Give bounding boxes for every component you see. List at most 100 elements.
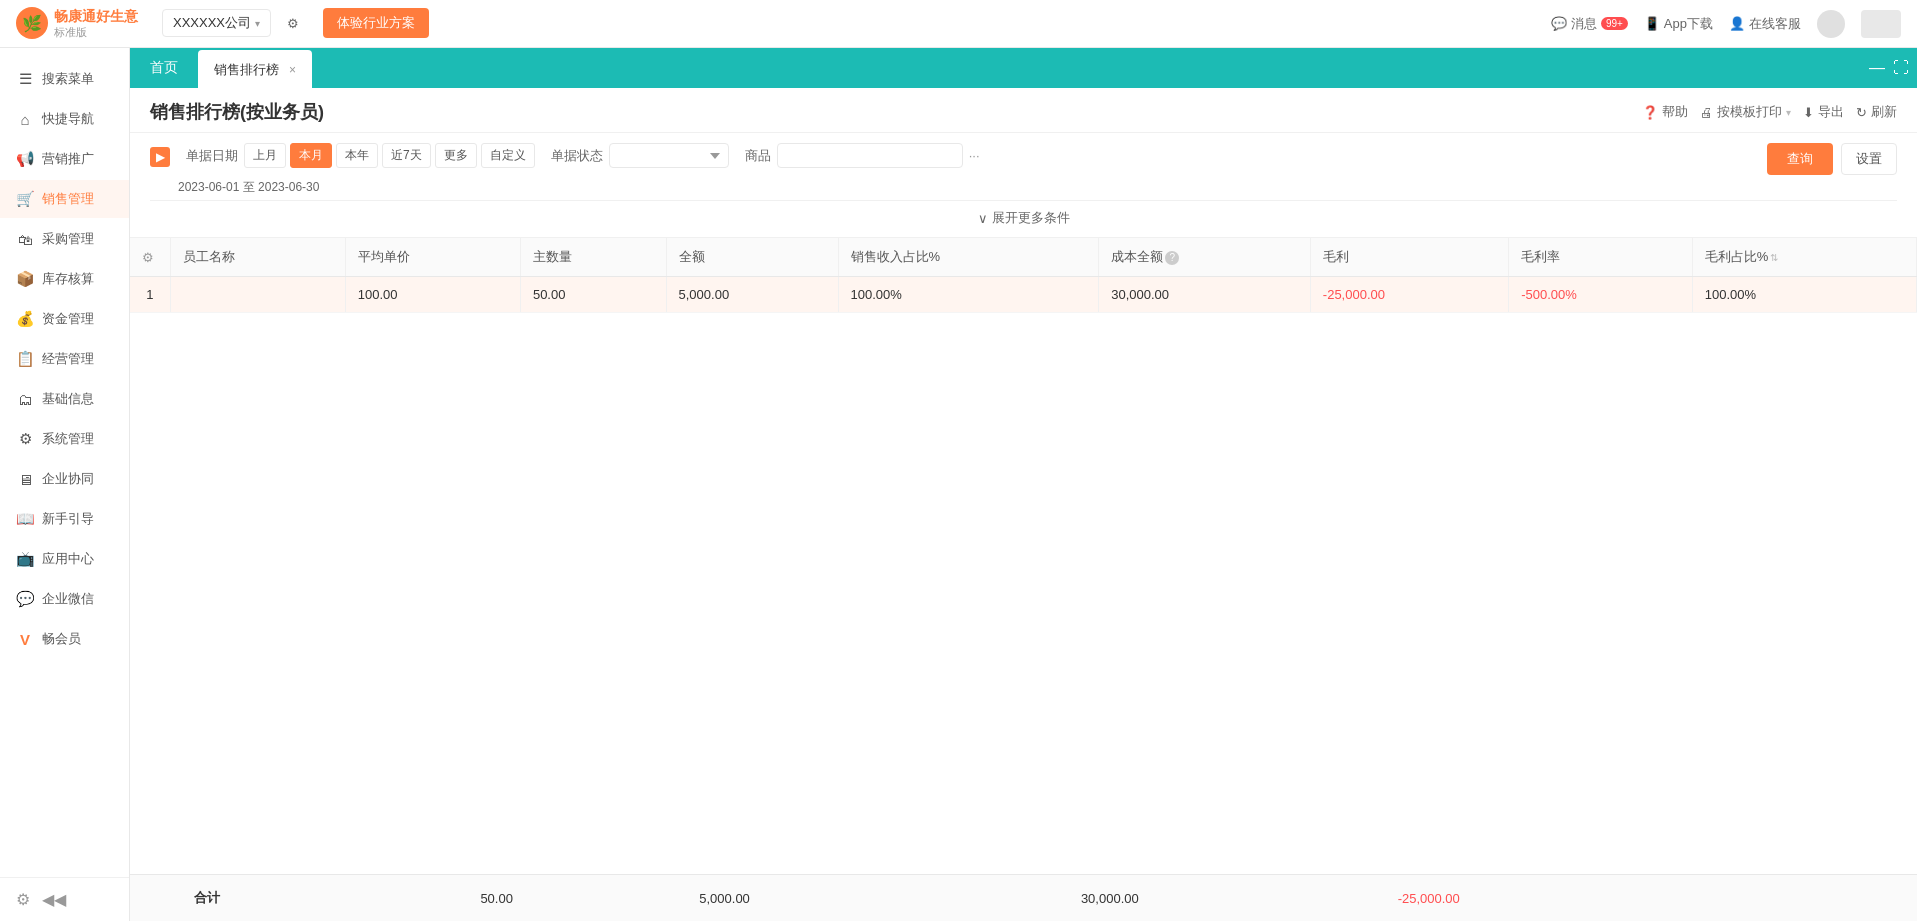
marketing-icon: 📢 bbox=[16, 150, 34, 168]
basics-icon: 🗂 bbox=[16, 390, 34, 408]
purchase-icon: 🛍 bbox=[16, 230, 34, 248]
tab-home[interactable]: 首页 bbox=[130, 48, 198, 88]
user-name-area[interactable] bbox=[1861, 10, 1901, 38]
app-download-action[interactable]: 📱 App下载 bbox=[1644, 15, 1713, 33]
footer-label: 合计 bbox=[182, 885, 376, 911]
sidebar-item-member[interactable]: V 畅会员 bbox=[0, 620, 129, 658]
goods-label: 商品 bbox=[745, 147, 771, 165]
setting-button[interactable]: 设置 bbox=[1841, 143, 1897, 175]
th-name: 员工名称 bbox=[170, 238, 345, 277]
tab-close-icon[interactable]: × bbox=[289, 63, 296, 77]
logo: 🌿 畅康通好生意 标准版 bbox=[16, 7, 138, 39]
online-service-action[interactable]: 👤 在线客服 bbox=[1729, 15, 1801, 33]
gear-icon: ⚙ bbox=[142, 250, 154, 265]
date-btn-more[interactable]: 更多 bbox=[435, 143, 477, 168]
help-label: 帮助 bbox=[1662, 103, 1688, 121]
export-icon: ⬇ bbox=[1803, 105, 1814, 120]
tab-minimize-icon[interactable]: — bbox=[1869, 59, 1885, 77]
more-options-icon[interactable]: ··· bbox=[969, 148, 980, 163]
sort-icon[interactable]: ⇅ bbox=[1770, 252, 1778, 263]
sidebar-item-wechat[interactable]: 💬 企业微信 bbox=[0, 580, 129, 618]
sidebar-item-management[interactable]: 📋 经营管理 bbox=[0, 340, 129, 378]
export-label: 导出 bbox=[1818, 103, 1844, 121]
expand-filters-btn[interactable]: ∨ 展开更多条件 bbox=[150, 200, 1897, 227]
cost-info-icon[interactable]: ? bbox=[1165, 251, 1179, 265]
refresh-label: 刷新 bbox=[1871, 103, 1897, 121]
date-btn-custom[interactable]: 自定义 bbox=[481, 143, 535, 168]
status-select[interactable] bbox=[609, 143, 729, 168]
date-btn-7days[interactable]: 近7天 bbox=[382, 143, 431, 168]
appcenter-icon: 📺 bbox=[16, 550, 34, 568]
sidebar-item-finance[interactable]: 💰 资金管理 bbox=[0, 300, 129, 338]
cell-gross-pct: 100.00% bbox=[1692, 277, 1916, 313]
sidebar-item-search[interactable]: ☰ 搜索菜单 bbox=[0, 60, 129, 98]
date-btn-prev-month[interactable]: 上月 bbox=[244, 143, 286, 168]
home-icon: ⌂ bbox=[16, 110, 34, 128]
help-button[interactable]: ❓ 帮助 bbox=[1642, 103, 1688, 121]
topbar-settings-icon[interactable]: ⚙ bbox=[279, 9, 307, 37]
print-label: 按模板打印 bbox=[1717, 103, 1782, 121]
sidebar-label-search: 搜索菜单 bbox=[42, 70, 94, 88]
finance-icon: 💰 bbox=[16, 310, 34, 328]
sidebar-settings-icon[interactable]: ⚙ bbox=[16, 890, 30, 909]
th-gear[interactable]: ⚙ bbox=[130, 238, 170, 277]
company-selector[interactable]: XXXXXX公司 ▾ bbox=[162, 9, 271, 37]
sidebar-label-wechat: 企业微信 bbox=[42, 590, 94, 608]
refresh-button[interactable]: ↻ 刷新 bbox=[1856, 103, 1897, 121]
status-label: 单据状态 bbox=[551, 147, 603, 165]
sidebar-item-purchase[interactable]: 🛍 采购管理 bbox=[0, 220, 129, 258]
sidebar-item-quicknav[interactable]: ⌂ 快捷导航 bbox=[0, 100, 129, 138]
search-icon: ☰ bbox=[16, 70, 34, 88]
sidebar-label-system: 系统管理 bbox=[42, 430, 94, 448]
sidebar-item-appcenter[interactable]: 📺 应用中心 bbox=[0, 540, 129, 578]
sidebar-item-sales[interactable]: 🛒 销售管理 bbox=[0, 180, 129, 218]
date-filter: 单据日期 上月 本月 本年 近7天 更多 自定义 bbox=[186, 143, 535, 168]
avatar[interactable] bbox=[1817, 10, 1845, 38]
footer-cost: 30,000.00 bbox=[1069, 885, 1386, 911]
date-btn-cur-year[interactable]: 本年 bbox=[336, 143, 378, 168]
message-action[interactable]: 💬 消息 99+ bbox=[1551, 15, 1628, 33]
goods-input[interactable] bbox=[777, 143, 963, 168]
cell-avg-price: 100.00 bbox=[345, 277, 520, 313]
filter-arrow-icon: ▶ bbox=[150, 147, 170, 167]
tab-sales-label: 销售排行榜 bbox=[214, 61, 279, 79]
print-button[interactable]: 🖨 按模板打印 ▾ bbox=[1700, 103, 1791, 121]
expand-down-icon: ∨ bbox=[978, 211, 988, 226]
sidebar-label-appcenter: 应用中心 bbox=[42, 550, 94, 568]
footer-sales-pct bbox=[976, 885, 1069, 911]
logo-icon: 🌿 bbox=[16, 7, 48, 39]
chevron-down-icon: ▾ bbox=[255, 18, 260, 29]
footer-amount: 5,000.00 bbox=[687, 885, 976, 911]
sidebar-collapse-icon[interactable]: ◀◀ bbox=[42, 890, 66, 909]
message-label: 消息 bbox=[1571, 15, 1597, 33]
refresh-icon: ↻ bbox=[1856, 105, 1867, 120]
tab-sales-ranking[interactable]: 销售排行榜 × bbox=[198, 50, 312, 90]
th-gross-pct: 毛利占比%⇅ bbox=[1692, 238, 1916, 277]
print-icon: 🖨 bbox=[1700, 105, 1713, 120]
sidebar-item-marketing[interactable]: 📢 营销推广 bbox=[0, 140, 129, 178]
sidebar-item-inventory[interactable]: 📦 库存核算 bbox=[0, 260, 129, 298]
sidebar-label-marketing: 营销推广 bbox=[42, 150, 94, 168]
table-row: 1100.0050.005,000.00100.00%30,000.00-25,… bbox=[130, 277, 1917, 313]
query-button[interactable]: 查询 bbox=[1767, 143, 1833, 175]
sidebar-item-system[interactable]: ⚙ 系统管理 bbox=[0, 420, 129, 458]
sidebar-label-management: 经营管理 bbox=[42, 350, 94, 368]
date-range-display: 2023-06-01 至 2023-06-30 bbox=[178, 180, 319, 194]
th-gross: 毛利 bbox=[1310, 238, 1508, 277]
sidebar-item-basics[interactable]: 🗂 基础信息 bbox=[0, 380, 129, 418]
sidebar-label-member: 畅会员 bbox=[42, 630, 81, 648]
sidebar-item-enterprise[interactable]: 🖥 企业协同 bbox=[0, 460, 129, 498]
footer-qty: 50.00 bbox=[468, 885, 687, 911]
system-icon: ⚙ bbox=[16, 430, 34, 448]
tab-expand-icon[interactable]: ⛶ bbox=[1893, 59, 1909, 77]
filter-collapse-btn[interactable]: ▶ bbox=[150, 143, 170, 167]
trial-button[interactable]: 体验行业方案 bbox=[323, 8, 429, 38]
logo-subtitle: 标准版 bbox=[54, 25, 138, 39]
sidebar-label-purchase: 采购管理 bbox=[42, 230, 94, 248]
goods-filter: 商品 ··· bbox=[745, 143, 980, 168]
export-button[interactable]: ⬇ 导出 bbox=[1803, 103, 1844, 121]
sidebar-item-guide[interactable]: 📖 新手引导 bbox=[0, 500, 129, 538]
date-btn-cur-month[interactable]: 本月 bbox=[290, 143, 332, 168]
th-gross-rate: 毛利率 bbox=[1509, 238, 1693, 277]
management-icon: 📋 bbox=[16, 350, 34, 368]
